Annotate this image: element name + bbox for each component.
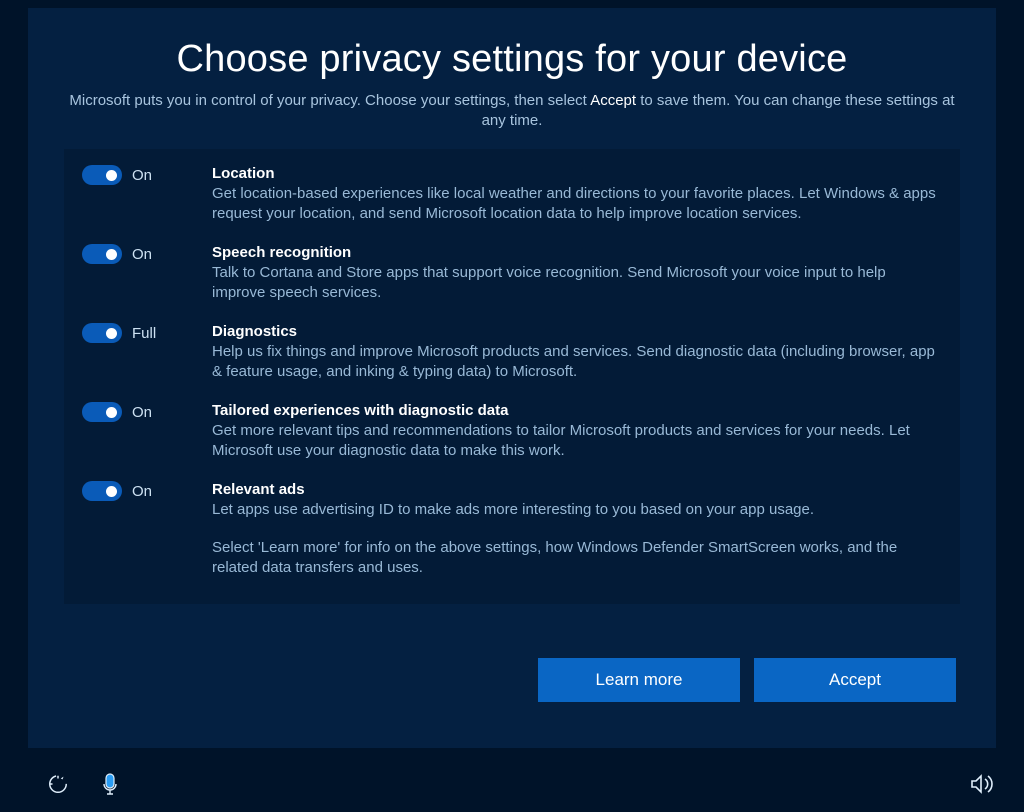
subtitle-bold: Accept (590, 92, 636, 109)
setting-title: Location (212, 165, 936, 182)
setting-content: Relevant ads Let apps use advertising ID… (212, 481, 936, 578)
setting-content: Diagnostics Help us fix things and impro… (212, 323, 936, 382)
subtitle-pre: Microsoft puts you in control of your pr… (69, 92, 590, 109)
setting-desc: Talk to Cortana and Store apps that supp… (212, 263, 936, 303)
setting-desc: Get location-based experiences like loca… (212, 184, 936, 224)
toggle-group: On (82, 481, 212, 501)
setting-content: Tailored experiences with diagnostic dat… (212, 402, 936, 461)
toggle-state-label: On (132, 246, 152, 263)
setting-desc: Get more relevant tips and recommendatio… (212, 421, 936, 461)
setting-title: Tailored experiences with diagnostic dat… (212, 402, 936, 419)
toggle-group: Full (82, 323, 212, 343)
page-title: Choose privacy settings for your device (64, 38, 960, 81)
toggle-group: On (82, 244, 212, 264)
setting-row-speech: On Speech recognition Talk to Cortana an… (82, 244, 936, 303)
privacy-settings-window: Choose privacy settings for your device … (28, 8, 996, 748)
learn-more-button[interactable]: Learn more (538, 658, 740, 702)
ease-of-access-icon[interactable] (46, 772, 70, 796)
toggle-tailored[interactable] (82, 402, 122, 422)
toggle-speech[interactable] (82, 244, 122, 264)
taskbar (0, 756, 1024, 812)
toggle-group: On (82, 402, 212, 422)
setting-title: Speech recognition (212, 244, 936, 261)
toggle-location[interactable] (82, 165, 122, 185)
toggle-ads[interactable] (82, 481, 122, 501)
footer-note: Select 'Learn more' for info on the abov… (212, 538, 936, 578)
page-subtitle: Microsoft puts you in control of your pr… (64, 91, 960, 131)
cortana-mic-icon[interactable] (98, 772, 122, 796)
toggle-state-label: On (132, 404, 152, 421)
setting-desc: Let apps use advertising ID to make ads … (212, 500, 936, 520)
setting-title: Relevant ads (212, 481, 936, 498)
toggle-diagnostics[interactable] (82, 323, 122, 343)
setting-content: Speech recognition Talk to Cortana and S… (212, 244, 936, 303)
setting-row-ads: On Relevant ads Let apps use advertising… (82, 481, 936, 578)
setting-content: Location Get location-based experiences … (212, 165, 936, 224)
setting-row-location: On Location Get location-based experienc… (82, 165, 936, 224)
setting-row-tailored: On Tailored experiences with diagnostic … (82, 402, 936, 461)
toggle-state-label: On (132, 167, 152, 184)
button-row: Learn more Accept (64, 658, 960, 702)
toggle-state-label: On (132, 483, 152, 500)
setting-desc: Help us fix things and improve Microsoft… (212, 342, 936, 382)
volume-icon[interactable] (970, 772, 994, 796)
setting-row-diagnostics: Full Diagnostics Help us fix things and … (82, 323, 936, 382)
setting-title: Diagnostics (212, 323, 936, 340)
accept-button[interactable]: Accept (754, 658, 956, 702)
settings-panel: On Location Get location-based experienc… (64, 149, 960, 604)
toggle-group: On (82, 165, 212, 185)
toggle-state-label: Full (132, 325, 156, 342)
